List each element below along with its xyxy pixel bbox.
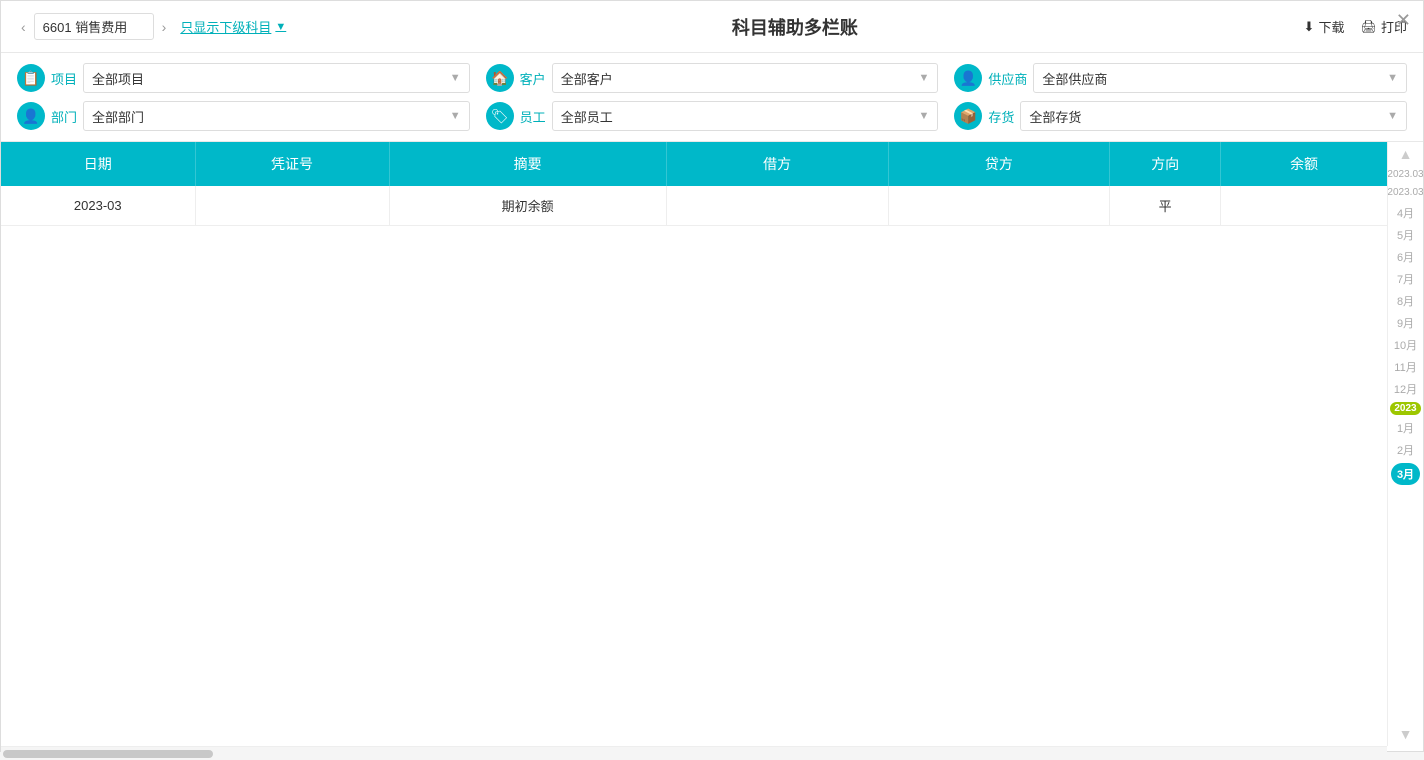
timeline-item-june[interactable]: 6月 <box>1388 246 1423 268</box>
employee-select[interactable]: 全部员工 ▼ <box>552 101 939 131</box>
nav-next-button[interactable]: › <box>158 17 171 37</box>
customer-select[interactable]: 全部客户 ▼ <box>552 63 939 93</box>
project-icon: 📋 <box>17 64 45 92</box>
project-label: 项目 <box>51 69 77 88</box>
cell-desc: 期初余额 <box>389 186 666 226</box>
customer-value: 全部客户 <box>561 69 613 88</box>
col-header-voucher: 凭证号 <box>195 142 389 186</box>
col-header-dir: 方向 <box>1110 142 1221 186</box>
filter-item-dept: 👤 部门 全部部门 ▼ <box>17 101 470 131</box>
supplier-select[interactable]: 全部供应商 ▼ <box>1033 63 1407 93</box>
timeline-down-button[interactable]: ▼ <box>1399 722 1413 746</box>
col-header-debit: 借方 <box>666 142 888 186</box>
filter-item-supplier: 👤 供应商 全部供应商 ▼ <box>954 63 1407 93</box>
page-title: 科目辅助多栏账 <box>286 14 1303 40</box>
timeline-item-header1[interactable]: 2023.03 <box>1387 166 1423 184</box>
project-value: 全部项目 <box>92 69 144 88</box>
cell-balance <box>1221 186 1387 226</box>
timeline-item-mar-active[interactable]: 3月 <box>1391 463 1420 485</box>
supplier-icon: 👤 <box>954 64 982 92</box>
dept-value: 全部部门 <box>92 107 144 126</box>
cell-voucher <box>195 186 389 226</box>
close-button[interactable]: ✕ <box>1396 11 1411 29</box>
timeline-year-badge[interactable]: 2023 <box>1390 402 1420 415</box>
supplier-value: 全部供应商 <box>1042 69 1107 88</box>
filter-row-1: 📋 项目 全部项目 ▼ 🏠 客户 全部客户 ▼ 👤 供应商 全部供应 <box>17 63 1407 93</box>
timeline-item-july[interactable]: 7月 <box>1388 268 1423 290</box>
timeline-item-april[interactable]: 4月 <box>1388 202 1423 224</box>
cell-dir: 平 <box>1110 186 1221 226</box>
download-icon: ⬇ <box>1304 19 1315 35</box>
chevron-down-icon: ▼ <box>275 21 286 33</box>
nav-prev-button[interactable]: ‹ <box>17 17 30 37</box>
main-window: ✕ ‹ 6601 销售费用 › 只显示下级科目 ▼ 科目辅助多栏账 ⬇ 下载 🖨… <box>0 0 1424 752</box>
inventory-select[interactable]: 全部存货 ▼ <box>1020 101 1407 131</box>
table-row[interactable]: 2023-03 期初余额 平 <box>1 186 1387 226</box>
chevron-down-icon: ▼ <box>918 110 929 122</box>
download-label: 下载 <box>1318 17 1344 36</box>
chevron-down-icon: ▼ <box>1387 110 1398 122</box>
col-header-credit: 贷方 <box>888 142 1110 186</box>
account-code-input[interactable]: 6601 销售费用 <box>34 13 154 40</box>
timeline-item-aug[interactable]: 8月 <box>1388 290 1423 312</box>
chevron-down-icon: ▼ <box>450 72 461 84</box>
filter-row-2: 👤 部门 全部部门 ▼ 🏷 员工 全部员工 ▼ 📦 存货 全部存货 <box>17 101 1407 131</box>
dept-icon: 👤 <box>17 102 45 130</box>
filter-item-employee: 🏷 员工 全部员工 ▼ <box>486 101 939 131</box>
toolbar: ‹ 6601 销售费用 › 只显示下级科目 ▼ 科目辅助多栏账 ⬇ 下载 🖨 打… <box>1 1 1423 53</box>
inventory-label: 存货 <box>988 107 1014 126</box>
cell-date: 2023-03 <box>1 186 195 226</box>
timeline-item-sep[interactable]: 9月 <box>1388 312 1423 334</box>
horizontal-scrollbar-thumb[interactable] <box>3 750 213 758</box>
col-header-balance: 余额 <box>1221 142 1387 186</box>
chevron-down-icon: ▼ <box>1387 72 1398 84</box>
customer-label: 客户 <box>520 69 546 88</box>
project-select[interactable]: 全部项目 ▼ <box>83 63 470 93</box>
inventory-icon: 📦 <box>954 102 982 130</box>
timeline-item-may[interactable]: 5月 <box>1388 224 1423 246</box>
filter-area: 📋 项目 全部项目 ▼ 🏠 客户 全部客户 ▼ 👤 供应商 全部供应 <box>1 53 1423 142</box>
supplier-label: 供应商 <box>988 69 1027 88</box>
employee-label: 员工 <box>520 107 546 126</box>
col-header-date: 日期 <box>1 142 195 186</box>
filter-item-customer: 🏠 客户 全部客户 ▼ <box>486 63 939 93</box>
download-button[interactable]: ⬇ 下载 <box>1304 17 1345 36</box>
filter-item-inventory: 📦 存货 全部存货 ▼ <box>954 101 1407 131</box>
chevron-down-icon: ▼ <box>918 72 929 84</box>
dept-label: 部门 <box>51 107 77 126</box>
cell-credit <box>888 186 1110 226</box>
employee-icon: 🏷 <box>486 102 514 130</box>
chevron-down-icon: ▼ <box>450 110 461 122</box>
toolbar-actions: ⬇ 下载 🖨 打印 <box>1304 17 1407 36</box>
timeline-up-button[interactable]: ▲ <box>1399 142 1413 166</box>
customer-icon: 🏠 <box>486 64 514 92</box>
show-sub-filter-select[interactable]: 只显示下级科目 ▼ <box>180 17 286 36</box>
timeline-item-jan[interactable]: 1月 <box>1388 417 1423 439</box>
cell-debit <box>666 186 888 226</box>
employee-value: 全部员工 <box>561 107 613 126</box>
timeline-item-nov[interactable]: 11月 <box>1388 356 1423 378</box>
inventory-value: 全部存货 <box>1029 107 1081 126</box>
print-icon: 🖨 <box>1360 19 1377 35</box>
ledger-table: 日期 凭证号 摘要 借方 贷方 方向 余额 2023-03 期初余额 <box>1 142 1387 226</box>
timeline-item-feb[interactable]: 2月 <box>1388 439 1423 461</box>
show-sub-filter-label: 只显示下级科目 <box>180 17 271 36</box>
timeline-item-header2[interactable]: 2023.03 <box>1387 184 1423 202</box>
timeline-item-oct[interactable]: 10月 <box>1388 334 1423 356</box>
col-header-desc: 摘要 <box>389 142 666 186</box>
timeline-item-dec[interactable]: 12月 <box>1388 378 1423 400</box>
filter-item-project: 📋 项目 全部项目 ▼ <box>17 63 470 93</box>
dept-select[interactable]: 全部部门 ▼ <box>83 101 470 131</box>
